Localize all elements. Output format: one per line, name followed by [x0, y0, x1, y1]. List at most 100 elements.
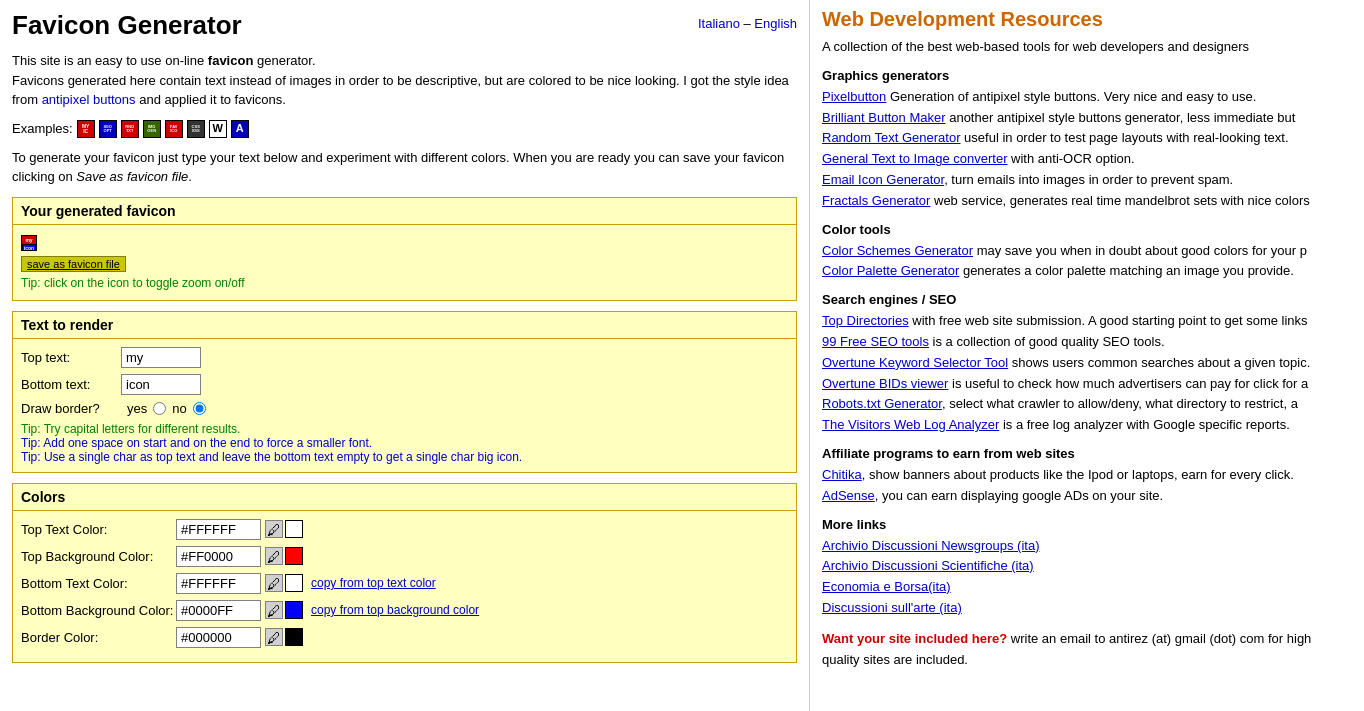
intro-bold: favicon [208, 53, 254, 68]
example-favicon-4[interactable]: IMGGEN [143, 120, 161, 138]
tip1: Tip: Try capital letters for different r… [21, 422, 788, 436]
top-text-color-swatch [285, 520, 303, 538]
general-text-image-link[interactable]: General Text to Image converter [822, 151, 1007, 166]
border-color-swatch [285, 628, 303, 646]
border-yes-radio[interactable] [153, 402, 166, 415]
top-text-label: Top text: [21, 350, 121, 365]
top-bg-color-input[interactable] [176, 546, 261, 567]
top-text-input[interactable] [121, 347, 201, 368]
lang-italiano-link[interactable]: Italiano [698, 16, 740, 31]
seo-tools-link[interactable]: 99 Free SEO tools [822, 334, 929, 349]
copy-top-bg-color-link[interactable]: copy from top background color [311, 603, 479, 617]
example-favicon-8[interactable]: A [231, 120, 249, 138]
intro-line2-post: and applied it to favicons. [136, 92, 286, 107]
generate-post: . [188, 169, 192, 184]
colors-section: Colors Top Text Color: 🖊 Top Background … [12, 483, 797, 663]
example-favicon-3[interactable]: RNDTXT [121, 120, 139, 138]
example-favicon-6[interactable]: CSSXSS [187, 120, 205, 138]
overtune-keyword-link[interactable]: Overtune Keyword Selector Tool [822, 355, 1008, 370]
right-panel: Web Development Resources A collection o… [810, 0, 1364, 711]
color-palette-generator-link[interactable]: Color Palette Generator [822, 263, 959, 278]
top-bg-color-row: Top Background Color: 🖊 [21, 546, 788, 567]
section-graphics-heading: Graphics generators [822, 68, 1352, 83]
pixelbutton-link[interactable]: Pixelbutton [822, 89, 886, 104]
favicon-section: Your generated favicon my icon save as f… [12, 197, 797, 301]
bottom-bg-color-label: Bottom Background Color: [21, 603, 176, 618]
no-label: no [172, 401, 186, 416]
top-bg-color-swatch [285, 547, 303, 565]
overtune-bids-link[interactable]: Overtune BIDs viewer [822, 376, 948, 391]
example-favicon-1[interactable]: MYIC [77, 120, 95, 138]
copy-top-text-color-link[interactable]: copy from top text color [311, 576, 436, 590]
draw-border-label: Draw border? [21, 401, 121, 416]
top-text-color-label: Top Text Color: [21, 522, 176, 537]
intro-line1-post: generator. [253, 53, 315, 68]
economia-borsa-link[interactable]: Economia e Borsa(ita) [822, 579, 951, 594]
email-icon-generator-link[interactable]: Email Icon Generator [822, 172, 944, 187]
bottom-text-input[interactable] [121, 374, 201, 395]
section-affiliate-heading: Affiliate programs to earn from web site… [822, 446, 1352, 461]
chitika-link[interactable]: Chitika [822, 467, 862, 482]
bottom-text-row: Bottom text: [21, 374, 788, 395]
section-color-tools-heading: Color tools [822, 222, 1352, 237]
brilliant-button-maker-link[interactable]: Brilliant Button Maker [822, 110, 946, 125]
fractals-generator-link[interactable]: Fractals Generator [822, 193, 930, 208]
archivio-newsgroups-link[interactable]: Archivio Discussioni Newsgroups (ita) [822, 538, 1039, 553]
generate-instructions: To generate your favicon just type your … [12, 148, 797, 187]
top-text-color-input[interactable] [176, 519, 261, 540]
example-favicon-2[interactable]: SEOOPT [99, 120, 117, 138]
bottom-bg-color-swatch [285, 601, 303, 619]
top-text-color-picker-icon[interactable]: 🖊 [265, 520, 283, 538]
right-panel-title: Web Development Resources [822, 8, 1352, 31]
bottom-text-color-picker-icon[interactable]: 🖊 [265, 574, 283, 592]
top-text-row: Top text: [21, 347, 788, 368]
top-bg-color-label: Top Background Color: [21, 549, 176, 564]
antipixel-link[interactable]: antipixel buttons [42, 92, 136, 107]
section-graphics-content: Pixelbutton Generation of antipixel styl… [822, 87, 1352, 212]
example-favicon-5[interactable]: FAVICO [165, 120, 183, 138]
bottom-bg-color-picker-icon[interactable]: 🖊 [265, 601, 283, 619]
yes-label: yes [127, 401, 147, 416]
robots-txt-link[interactable]: Robots.txt Generator [822, 396, 942, 411]
discussioni-arte-link[interactable]: Discussioni sull'arte (ita) [822, 600, 962, 615]
lang-separator: – [744, 16, 755, 31]
draw-border-row: Draw border? yes no [21, 401, 788, 416]
favicon-preview[interactable]: my icon [21, 235, 37, 254]
colors-section-content: Top Text Color: 🖊 Top Background Color: … [13, 511, 796, 662]
border-no-radio[interactable] [193, 402, 206, 415]
text-section-content: Top text: Bottom text: Draw border? yes … [13, 339, 796, 472]
border-color-input[interactable] [176, 627, 261, 648]
example-favicon-7[interactable]: W [209, 120, 227, 138]
tip2: Tip: Add one space on start and on the e… [21, 436, 788, 450]
right-panel-subtitle: A collection of the best web-based tools… [822, 37, 1352, 58]
top-text-color-row: Top Text Color: 🖊 [21, 519, 788, 540]
examples-row: Examples: MYIC SEOOPT RNDTXT IMGGEN FAVI… [12, 120, 797, 138]
bottom-text-color-input[interactable] [176, 573, 261, 594]
save-favicon-button[interactable]: save as favicon file [21, 256, 126, 272]
intro-paragraph: This site is an easy to use on-line favi… [12, 51, 797, 110]
adsense-link[interactable]: AdSense [822, 488, 875, 503]
colors-section-header: Colors [13, 484, 796, 511]
color-schemes-generator-link[interactable]: Color Schemes Generator [822, 243, 973, 258]
top-bg-color-picker-icon[interactable]: 🖊 [265, 547, 283, 565]
bottom-text-color-swatch [285, 574, 303, 592]
bottom-text-color-row: Bottom Text Color: 🖊 copy from top text … [21, 573, 788, 594]
page-title: Favicon Generator [12, 10, 698, 41]
top-directories-link[interactable]: Top Directories [822, 313, 909, 328]
bottom-text-color-label: Bottom Text Color: [21, 576, 176, 591]
favicon-tip: Tip: click on the icon to toggle zoom on… [21, 276, 788, 290]
archivio-scientifiche-link[interactable]: Archivio Discussioni Scientifiche (ita) [822, 558, 1034, 573]
border-color-picker-icon[interactable]: 🖊 [265, 628, 283, 646]
bottom-text-label: Bottom text: [21, 377, 121, 392]
bottom-bg-color-row: Bottom Background Color: 🖊 copy from top… [21, 600, 788, 621]
web-log-analyzer-link[interactable]: The Visitors Web Log Analyzer [822, 417, 999, 432]
text-section: Text to render Top text: Bottom text: Dr… [12, 311, 797, 473]
random-text-generator-link[interactable]: Random Text Generator [822, 130, 961, 145]
lang-english-link[interactable]: English [754, 16, 797, 31]
bottom-bg-color-input[interactable] [176, 600, 261, 621]
section-more-links-content: Archivio Discussioni Newsgroups (ita) Ar… [822, 536, 1352, 619]
section-seo-heading: Search engines / SEO [822, 292, 1352, 307]
want-included-bold: Want your site included here? [822, 631, 1007, 646]
section-color-tools-content: Color Schemes Generator may save you whe… [822, 241, 1352, 283]
favicon-section-header: Your generated favicon [13, 198, 796, 225]
